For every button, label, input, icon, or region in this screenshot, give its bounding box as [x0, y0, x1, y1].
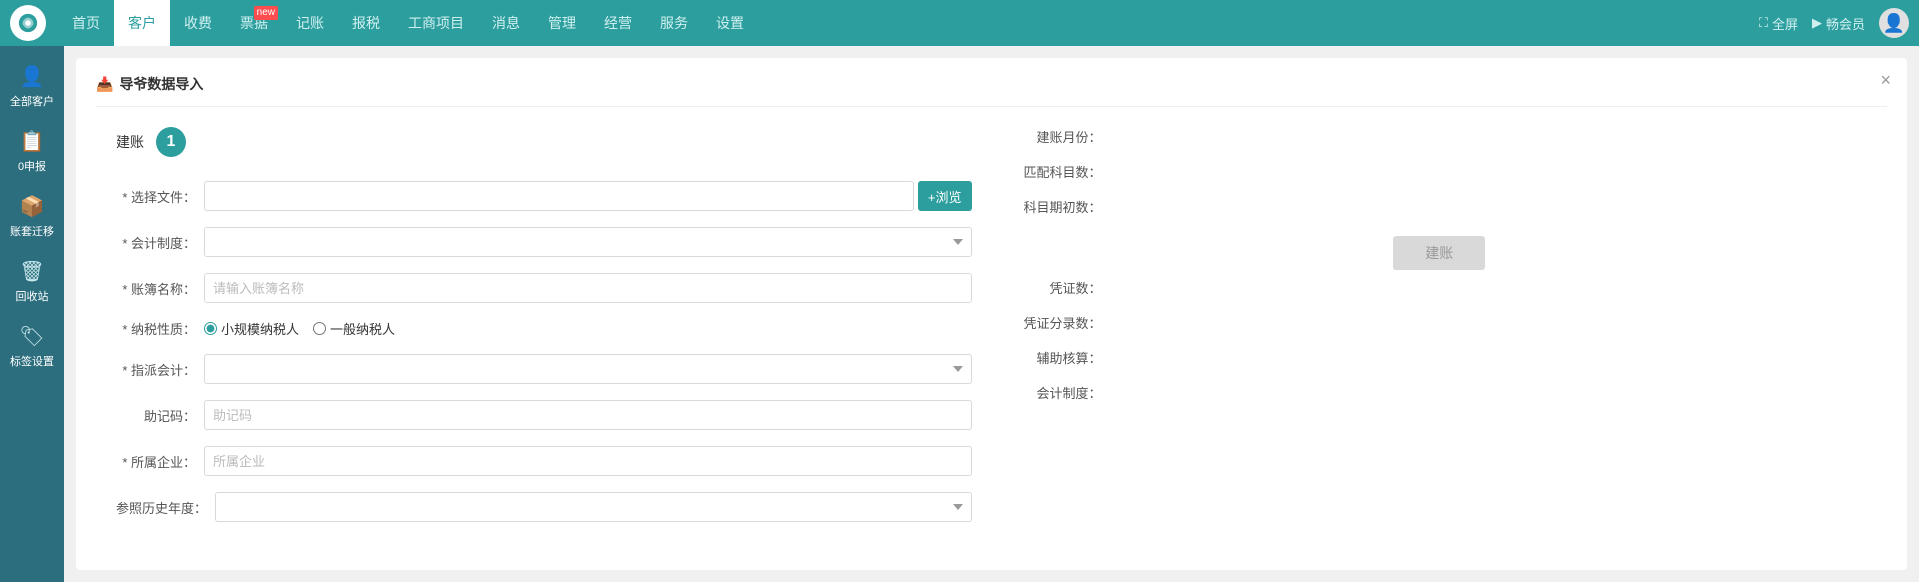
info-aux-label: 辅助核算：: [1012, 348, 1102, 367]
nav-service[interactable]: 服务: [646, 0, 702, 46]
info-month-row: 建账月份：: [1012, 127, 1868, 146]
main-layout: 👤 全部客户 📋 0申报 📦 账套迁移 🗑 回收站 🏷 标签设置 📥 导爷数据导…: [0, 46, 1919, 582]
import-panel: 📥 导爷数据导入 × 建账 1 * 选择文件：: [76, 58, 1907, 570]
accounting-system-row: * 会计制度：: [116, 227, 972, 257]
nav-business[interactable]: 工商项目: [394, 0, 478, 46]
nav-manage[interactable]: 管理: [534, 0, 590, 46]
info-period-label: 科目期初数：: [1012, 197, 1102, 216]
nav-invoice[interactable]: 票据 new: [226, 0, 282, 46]
app-logo[interactable]: [10, 5, 46, 41]
info-voucher-records-label: 凭证分录数：: [1012, 313, 1102, 332]
info-voucher-records-row: 凭证分录数：: [1012, 313, 1868, 332]
avatar-icon: 👤: [1883, 13, 1905, 34]
nav-accounting[interactable]: 记账: [282, 0, 338, 46]
company-input[interactable]: [204, 446, 972, 476]
sidebar-item-account-migration[interactable]: 📦 账套迁移: [0, 186, 64, 247]
info-match-label: 匹配科目数：: [1012, 162, 1102, 181]
company-row: * 所属企业：: [116, 446, 972, 476]
info-month-label: 建账月份：: [1012, 127, 1102, 146]
info-acct-system-label: 会计制度：: [1012, 383, 1102, 402]
accountant-row: * 指派会计：: [116, 354, 972, 384]
sidebar-item-all-customers[interactable]: 👤 全部客户: [0, 56, 64, 117]
account-name-row: * 账簿名称：: [116, 273, 972, 303]
top-nav-right: ⛶ 全屏 ▶ 畅会员 👤: [1759, 8, 1909, 38]
nav-home[interactable]: 首页: [58, 0, 114, 46]
info-acct-system-row: 会计制度：: [1012, 383, 1868, 402]
account-migration-icon: 📦: [20, 194, 45, 219]
nav-tax[interactable]: 报税: [338, 0, 394, 46]
memo-input[interactable]: [204, 400, 972, 430]
form-left: 建账 1 * 选择文件： +浏览 * 会计制度：: [116, 127, 972, 538]
file-input[interactable]: [204, 181, 914, 211]
info-match-row: 匹配科目数：: [1012, 162, 1868, 181]
tax-type-radio-group: 小规模纳税人 一般纳税人: [204, 319, 395, 338]
tax-small-radio[interactable]: 小规模纳税人: [204, 319, 299, 338]
history-year-row: 参照历史年度：: [116, 492, 972, 522]
nav-fee[interactable]: 收费: [170, 0, 226, 46]
create-button[interactable]: 建账: [1393, 236, 1485, 270]
import-icon: 📥: [96, 76, 113, 93]
nav-message[interactable]: 消息: [478, 0, 534, 46]
nav-operation[interactable]: 经营: [590, 0, 646, 46]
top-navigation: 首页 客户 收费 票据 new 记账 报税 工商项目 消息 管理 经营 服务 设…: [0, 0, 1919, 46]
tax-type-row: * 纳税性质： 小规模纳税人 一般纳税人: [116, 319, 972, 338]
panel-title: 📥 导爷数据导入: [96, 74, 1887, 107]
accounting-system-label: * 会计制度：: [116, 233, 196, 252]
avatar[interactable]: 👤: [1879, 8, 1909, 38]
memo-label: 助记码：: [116, 406, 196, 425]
new-badge: new: [254, 6, 278, 20]
close-button[interactable]: ×: [1880, 70, 1891, 91]
history-year-select[interactable]: [215, 492, 971, 522]
history-year-label: 参照历史年度：: [116, 498, 207, 517]
tax-general-radio[interactable]: 一般纳税人: [313, 319, 395, 338]
create-btn-container: 建账: [1012, 236, 1868, 270]
accountant-select[interactable]: [204, 354, 972, 384]
step-circle: 1: [156, 127, 186, 157]
tax-general-input[interactable]: [313, 322, 326, 335]
file-label: * 选择文件：: [116, 187, 196, 206]
account-name-input[interactable]: [204, 273, 972, 303]
fullscreen-icon: ⛶: [1759, 15, 1768, 31]
content-area: 📥 导爷数据导入 × 建账 1 * 选择文件：: [64, 46, 1919, 582]
info-aux-row: 辅助核算：: [1012, 348, 1868, 367]
info-voucher-row: 凭证数：: [1012, 278, 1868, 297]
browse-button[interactable]: +浏览: [918, 181, 972, 211]
tag-settings-icon: 🏷: [19, 324, 44, 349]
all-customers-icon: 👤: [20, 64, 45, 89]
accounting-system-select[interactable]: [204, 227, 972, 257]
nav-customer[interactable]: 客户: [114, 0, 170, 46]
fullscreen-button[interactable]: ⛶ 全屏: [1759, 14, 1798, 33]
zero-declare-icon: 📋: [20, 129, 45, 154]
file-input-group: +浏览: [204, 181, 972, 211]
tax-type-label: * 纳税性质：: [116, 319, 196, 338]
form-container: 建账 1 * 选择文件： +浏览 * 会计制度：: [96, 127, 1887, 538]
sidebar: 👤 全部客户 📋 0申报 📦 账套迁移 🗑 回收站 🏷 标签设置: [0, 46, 64, 582]
form-right: 建账月份： 匹配科目数： 科目期初数： 建账: [1012, 127, 1868, 538]
memo-row: 助记码：: [116, 400, 972, 430]
account-name-label: * 账簿名称：: [116, 279, 196, 298]
tax-small-input[interactable]: [204, 322, 217, 335]
accountant-label: * 指派会计：: [116, 360, 196, 379]
step-indicator: 建账 1: [116, 127, 972, 157]
sidebar-item-tag-settings[interactable]: 🏷 标签设置: [0, 316, 64, 377]
recycle-icon: 🗑: [19, 259, 44, 284]
nav-settings[interactable]: 设置: [702, 0, 758, 46]
info-voucher-label: 凭证数：: [1012, 278, 1102, 297]
company-label: * 所属企业：: [116, 452, 196, 471]
member-button[interactable]: ▶ 畅会员: [1812, 14, 1865, 33]
member-icon: ▶: [1812, 15, 1822, 31]
info-period-row: 科目期初数：: [1012, 197, 1868, 216]
sidebar-item-recycle[interactable]: 🗑 回收站: [0, 251, 64, 312]
sidebar-item-zero-declare[interactable]: 📋 0申报: [0, 121, 64, 182]
file-select-row: * 选择文件： +浏览: [116, 181, 972, 211]
